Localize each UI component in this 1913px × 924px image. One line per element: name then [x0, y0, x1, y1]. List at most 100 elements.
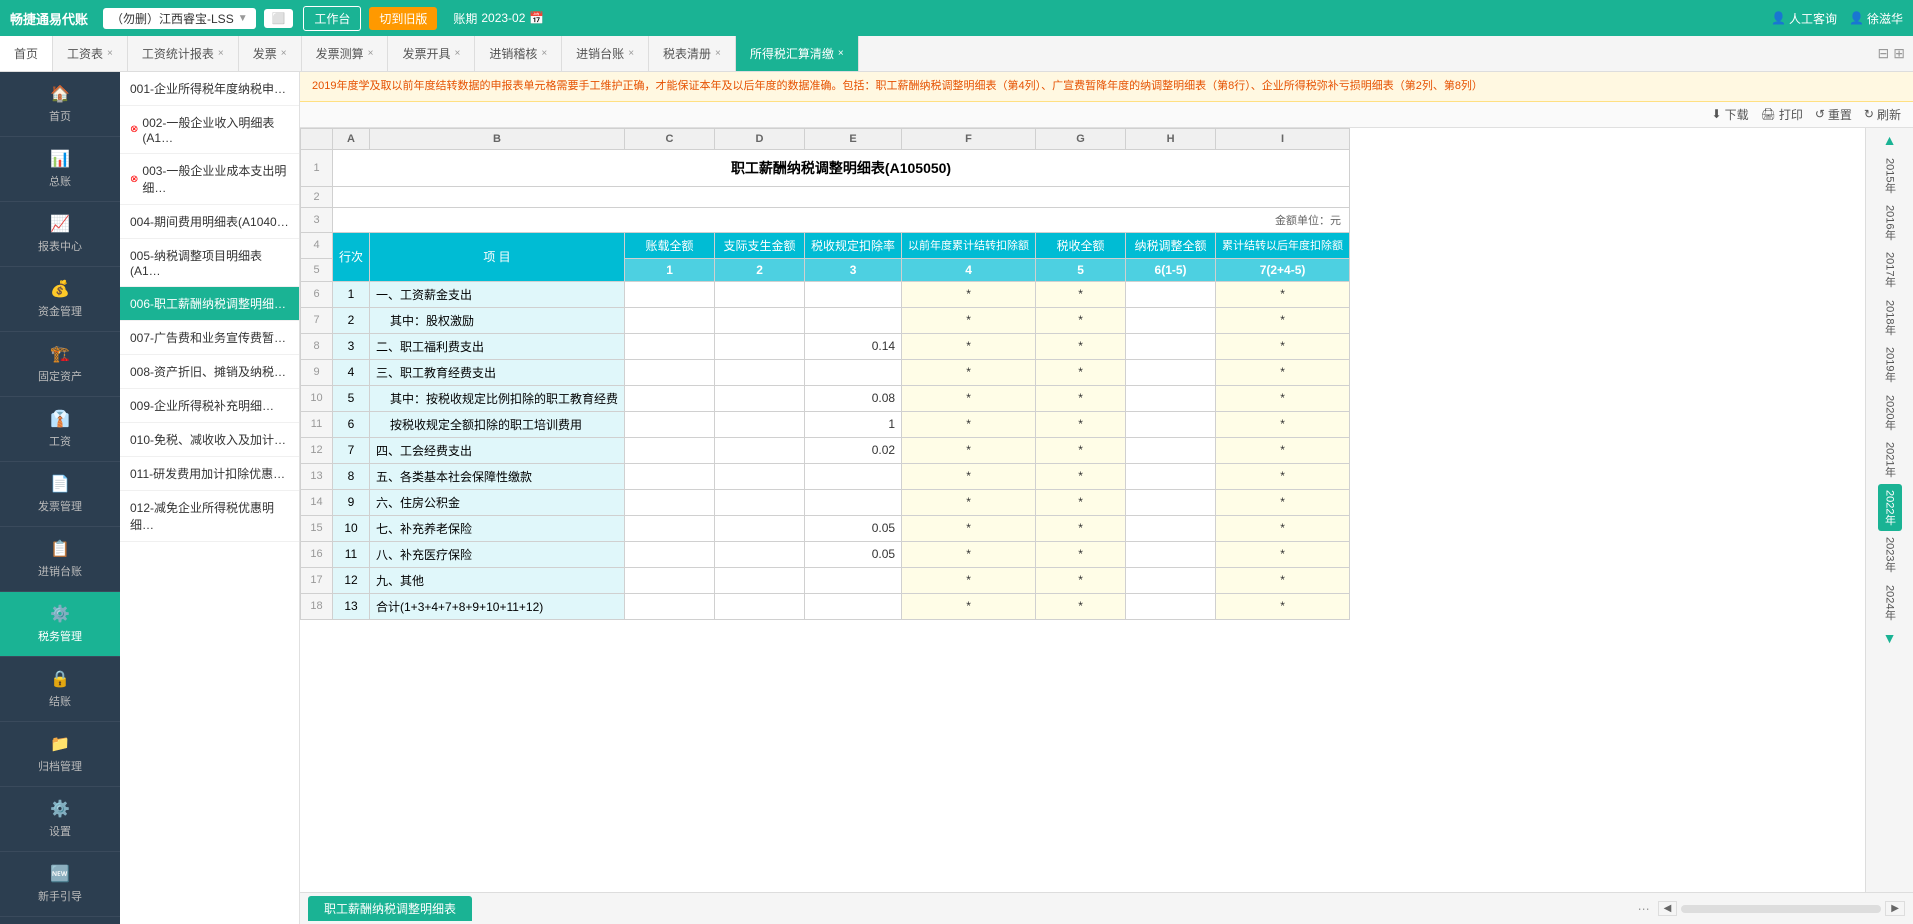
row-10-col-7[interactable]: *: [1216, 541, 1350, 567]
row-9-col-1[interactable]: [625, 515, 715, 541]
year-2016[interactable]: 2016年: [1878, 199, 1902, 246]
row-11-col-4[interactable]: *: [902, 567, 1036, 593]
tab-payroll-stats[interactable]: 工资统计报表 ×: [128, 36, 239, 72]
row-7-col-6[interactable]: [1126, 463, 1216, 489]
row-12-col-1[interactable]: [625, 593, 715, 619]
row-6-col-6[interactable]: [1126, 437, 1216, 463]
tab-invoice-close[interactable]: ×: [281, 48, 287, 59]
row-8-col-2[interactable]: [715, 489, 805, 515]
row-9-col-3[interactable]: 0.05: [805, 515, 902, 541]
row-5-col-5[interactable]: *: [1036, 411, 1126, 437]
sub-nav-item-003[interactable]: ⊗ 003-一般企业业成本支出明细…: [120, 154, 299, 205]
sidebar-item-sales[interactable]: 📋 进销台账: [0, 527, 120, 592]
row-9-col-2[interactable]: [715, 515, 805, 541]
row-7-col-2[interactable]: [715, 463, 805, 489]
row-7-col-7[interactable]: *: [1216, 463, 1350, 489]
row-4-col-7[interactable]: *: [1216, 385, 1350, 411]
bottom-tab-main[interactable]: 职工薪酬纳税调整明细表: [308, 896, 472, 921]
row-12-col-4[interactable]: *: [902, 593, 1036, 619]
row-12-col-5[interactable]: *: [1036, 593, 1126, 619]
row-2-col-2[interactable]: [715, 333, 805, 359]
row-7-col-1[interactable]: [625, 463, 715, 489]
row-9-col-5[interactable]: *: [1036, 515, 1126, 541]
row-8-col-7[interactable]: *: [1216, 489, 1350, 515]
row-2-col-6[interactable]: [1126, 333, 1216, 359]
company-selector[interactable]: （勿删）江西睿宝-LSS ▼: [103, 8, 256, 29]
row-4-col-6[interactable]: [1126, 385, 1216, 411]
year-2018[interactable]: 2018年: [1878, 294, 1902, 341]
tab-minimize-button[interactable]: ⊟: [1878, 45, 1890, 62]
row-3-col-2[interactable]: [715, 359, 805, 385]
row-10-col-3[interactable]: 0.05: [805, 541, 902, 567]
row-6-col-3[interactable]: 0.02: [805, 437, 902, 463]
row-10-col-5[interactable]: *: [1036, 541, 1126, 567]
sidebar-item-invoices[interactable]: 📄 发票管理: [0, 462, 120, 527]
tab-sales-ledger[interactable]: 进销台账 ×: [562, 36, 649, 72]
row-11-col-5[interactable]: *: [1036, 567, 1126, 593]
sub-nav-item-010[interactable]: 010-免税、减收收入及加计…: [120, 423, 299, 457]
row-6-col-7[interactable]: *: [1216, 437, 1350, 463]
row-10-col-1[interactable]: [625, 541, 715, 567]
tab-invoice-issue[interactable]: 发票开具 ×: [388, 36, 475, 72]
row-3-col-6[interactable]: [1126, 359, 1216, 385]
sidebar-item-home[interactable]: 🏠 首页: [0, 72, 120, 137]
year-2017[interactable]: 2017年: [1878, 246, 1902, 293]
row-5-col-6[interactable]: [1126, 411, 1216, 437]
table-wrapper[interactable]: A B C D E F G H I: [300, 128, 1913, 893]
sub-nav-item-007[interactable]: 007-广告费和业务宣传费暂…: [120, 321, 299, 355]
year-2022[interactable]: 2022年: [1878, 484, 1902, 531]
year-2015[interactable]: 2015年: [1878, 152, 1902, 199]
download-button[interactable]: ⬇ 下载: [1712, 106, 1749, 123]
sub-nav-item-005[interactable]: 005-纳税调整项目明细表(A1…: [120, 239, 299, 287]
row-3-col-4[interactable]: *: [902, 359, 1036, 385]
row-7-col-4[interactable]: *: [902, 463, 1036, 489]
row-5-col-3[interactable]: 1: [805, 411, 902, 437]
year-2019[interactable]: 2019年: [1878, 341, 1902, 388]
tab-tax-register-close[interactable]: ×: [715, 48, 721, 59]
tab-payroll-stats-close[interactable]: ×: [218, 48, 224, 59]
row-5-col-2[interactable]: [715, 411, 805, 437]
row-1-col-6[interactable]: [1126, 307, 1216, 333]
row-2-col-3[interactable]: 0.14: [805, 333, 902, 359]
reset-button[interactable]: ↺ 重置: [1815, 106, 1852, 123]
copy-period-button[interactable]: ⬜: [264, 9, 294, 28]
row-8-col-4[interactable]: *: [902, 489, 1036, 515]
row-10-col-4[interactable]: *: [902, 541, 1036, 567]
tab-tax-register[interactable]: 税表清册 ×: [649, 36, 736, 72]
year-nav-down-button[interactable]: ▼: [1879, 626, 1901, 650]
row-3-col-3[interactable]: [805, 359, 902, 385]
row-4-col-1[interactable]: [625, 385, 715, 411]
tab-sales-ledger-close[interactable]: ×: [628, 48, 634, 59]
row-7-col-5[interactable]: *: [1036, 463, 1126, 489]
sidebar-item-payroll[interactable]: 👔 工资: [0, 397, 120, 462]
row-12-col-7[interactable]: *: [1216, 593, 1350, 619]
sidebar-item-funds[interactable]: 💰 资金管理: [0, 267, 120, 332]
year-2024[interactable]: 2024年: [1878, 579, 1902, 626]
row-0-col-1[interactable]: [625, 281, 715, 307]
sidebar-item-vip[interactable]: 👑 畅会员: [0, 917, 120, 924]
bottom-nav-dots[interactable]: ⋯: [1638, 902, 1650, 916]
sidebar-item-reports[interactable]: 📈 报表中心: [0, 202, 120, 267]
row-1-col-2[interactable]: [715, 307, 805, 333]
row-11-col-3[interactable]: [805, 567, 902, 593]
sidebar-item-settings[interactable]: ⚙️ 设置: [0, 787, 120, 852]
horizontal-scrollbar[interactable]: [1681, 905, 1881, 913]
row-6-col-4[interactable]: *: [902, 437, 1036, 463]
sub-nav-item-002[interactable]: ⊗ 002-一般企业收入明细表(A1…: [120, 106, 299, 154]
row-10-col-6[interactable]: [1126, 541, 1216, 567]
row-3-col-5[interactable]: *: [1036, 359, 1126, 385]
tab-payroll[interactable]: 工资表 ×: [53, 36, 128, 72]
row-0-col-4[interactable]: *: [902, 281, 1036, 307]
row-8-col-5[interactable]: *: [1036, 489, 1126, 515]
sub-nav-item-004[interactable]: 004-期间费用明细表(A1040…: [120, 205, 299, 239]
print-button[interactable]: 🖨 打印: [1761, 106, 1803, 123]
row-4-col-3[interactable]: 0.08: [805, 385, 902, 411]
row-11-col-6[interactable]: [1126, 567, 1216, 593]
row-0-col-7[interactable]: *: [1216, 281, 1350, 307]
sidebar-item-guide[interactable]: 🆕 新手引导: [0, 852, 120, 917]
row-0-col-3[interactable]: [805, 281, 902, 307]
row-5-col-7[interactable]: *: [1216, 411, 1350, 437]
row-9-col-6[interactable]: [1126, 515, 1216, 541]
refresh-button[interactable]: ↻ 刷新: [1864, 106, 1901, 123]
period-calendar-icon[interactable]: 📅: [529, 11, 544, 25]
